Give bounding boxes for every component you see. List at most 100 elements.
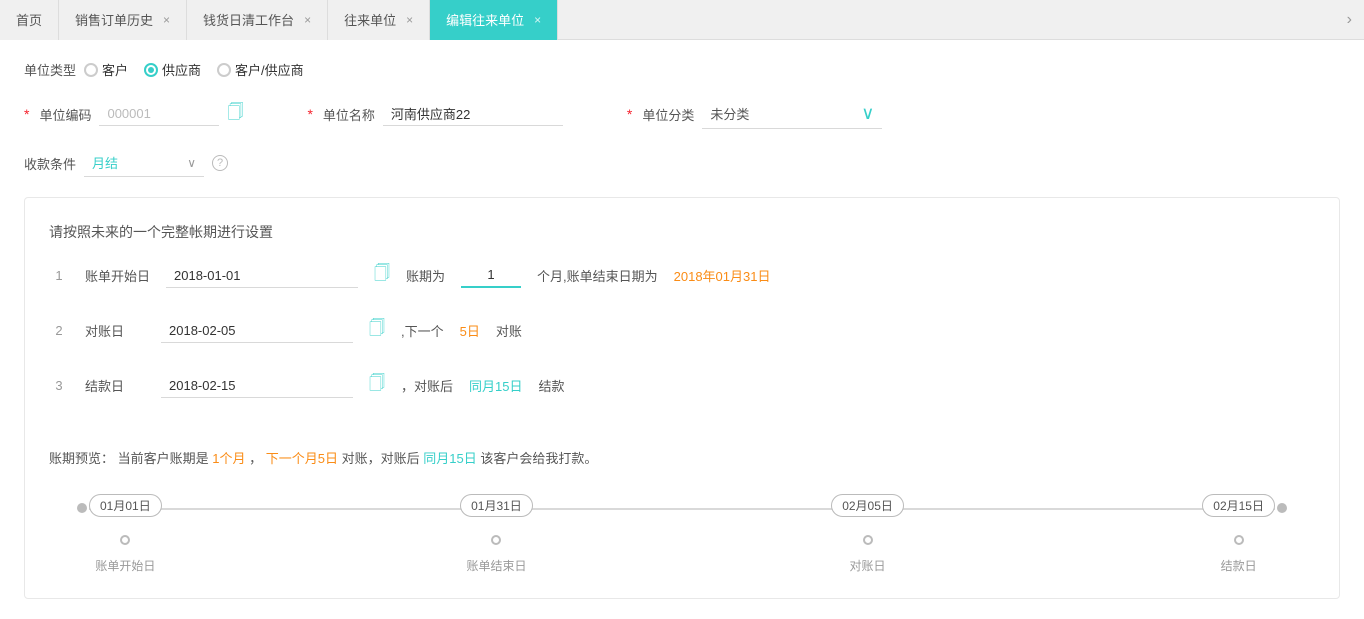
unit-type-row: 单位类型 客户 供应商 客户/供应商: [24, 60, 1340, 79]
row-end-date-1: 2018年01月31日: [674, 266, 771, 285]
tab-partner-label: 往来单位: [344, 10, 396, 29]
tab-sales-history-label: 销售订单历史: [75, 10, 153, 29]
preview-highlight3: 同月15日: [423, 451, 476, 466]
payment-condition-field: 收款条件 月结 ∨ ?: [24, 149, 228, 177]
row-desc-prefix-1: 账期为: [406, 266, 445, 285]
tab-arrow-right[interactable]: ›: [1335, 11, 1364, 29]
row-desc-prefix-3: ，对账后: [401, 376, 453, 395]
radio-supplier-dot: [148, 67, 154, 73]
tab-cash-work[interactable]: 钱货日清工作台 ×: [187, 0, 328, 40]
timeline-date-1: 01月31日: [460, 494, 533, 517]
row-desc-suffix-1: 个月,账单结束日期为: [537, 266, 658, 285]
timeline-point-1: 01月31日 账单结束日: [460, 494, 533, 574]
row-month-input[interactable]: [461, 263, 521, 288]
unit-classify-arrow-icon: ∨: [861, 103, 874, 124]
main-content: 单位类型 客户 供应商 客户/供应商 * 单位编码: [0, 40, 1364, 619]
radio-supplier-circle: [144, 63, 158, 77]
row-desc-suffix-2: 对账: [496, 321, 522, 340]
unit-classify-field: * 单位分类 未分类 ∨: [627, 99, 882, 129]
timeline-date-3: 02月15日: [1202, 494, 1275, 517]
timeline-point-2: 02月05日 对账日: [831, 494, 904, 574]
timeline-point-0: 01月01日 账单开始日: [89, 494, 162, 574]
row-label-2: 对账日: [85, 321, 145, 340]
timeline-points: 01月01日 账单开始日 01月31日 账单结束日 02月05日 对账日: [89, 494, 1275, 574]
help-icon[interactable]: ?: [212, 155, 228, 171]
timeline-date-0: 01月01日: [89, 494, 162, 517]
unit-name-label: 单位名称: [323, 105, 375, 124]
tab-cash-work-label: 钱货日清工作台: [203, 10, 294, 29]
timeline-label-3: 结款日: [1221, 557, 1257, 574]
row-date-2[interactable]: [161, 319, 353, 343]
radio-supplier[interactable]: 供应商: [144, 60, 201, 79]
row-cal-3[interactable]: 🗍: [369, 372, 385, 399]
unit-name-star: *: [307, 106, 312, 122]
preview-text-before1: 当前客户账期是: [118, 451, 209, 466]
tab-partner-close[interactable]: ×: [406, 13, 413, 27]
tab-sales-history-close[interactable]: ×: [163, 13, 170, 27]
unit-type-field: 单位类型 客户 供应商 客户/供应商: [24, 60, 304, 79]
preview-text: 账期预览： 当前客户账期是 1个月 ， 下一个月5日 对账，对账后 同月15日 …: [49, 447, 1315, 470]
radio-customer-supplier[interactable]: 客户/供应商: [217, 60, 304, 79]
timeline-container: 01月01日 账单开始日 01月31日 账单结束日 02月05日 对账日: [49, 494, 1315, 574]
unit-type-label: 单位类型: [24, 60, 76, 79]
row-num-1: 1: [49, 268, 69, 283]
radio-customer-label: 客户: [102, 60, 128, 79]
tab-edit-partner-close[interactable]: ×: [534, 13, 541, 27]
row-date-3[interactable]: [161, 374, 353, 398]
setting-row-3: 3 结款日 🗍 ，对账后 同月15日 结款: [49, 372, 1315, 399]
timeline-dot-3: [1234, 535, 1244, 545]
unit-name-input[interactable]: [383, 102, 563, 126]
timeline-label-2: 对账日: [850, 557, 886, 574]
timeline-point-3: 02月15日 结款日: [1202, 494, 1275, 574]
setting-row-1: 1 账单开始日 🗍 账期为 个月,账单结束日期为 2018年01月31日: [49, 262, 1315, 289]
tab-home[interactable]: 首页: [0, 0, 59, 40]
preview-highlight2: 下一个月5日: [266, 451, 338, 466]
preview-text-after: 该客户会给我打款。: [480, 451, 597, 466]
tab-home-label: 首页: [16, 10, 42, 29]
tab-partner[interactable]: 往来单位 ×: [328, 0, 430, 40]
tab-sales-history[interactable]: 销售订单历史 ×: [59, 0, 187, 40]
unit-classify-label: 单位分类: [642, 105, 694, 124]
radio-supplier-label: 供应商: [162, 60, 201, 79]
row-num-3: 3: [49, 378, 69, 393]
payment-condition-value: 月结: [92, 153, 183, 172]
timeline-label-1: 账单结束日: [466, 557, 526, 574]
unit-classify-value: 未分类: [710, 104, 857, 123]
timeline-dot-2: [863, 535, 873, 545]
timeline-label-0: 账单开始日: [95, 557, 155, 574]
payment-condition-arrow-icon: ∨: [187, 156, 196, 170]
unit-classify-select[interactable]: 未分类 ∨: [702, 99, 882, 129]
row-date-1[interactable]: [166, 264, 358, 288]
unit-classify-star: *: [627, 106, 632, 122]
row-highlight-3: 同月15日: [469, 376, 522, 395]
timeline-dot-1: [491, 535, 501, 545]
card-title: 请按照未来的一个完整帐期进行设置: [49, 222, 1315, 242]
preview-section: 账期预览： 当前客户账期是 1个月 ， 下一个月5日 对账，对账后 同月15日 …: [49, 427, 1315, 574]
preview-text-middle1: ，: [249, 451, 262, 466]
tab-edit-partner-label: 编辑往来单位: [446, 10, 524, 29]
radio-customer[interactable]: 客户: [84, 60, 128, 79]
timeline-dot-0: [120, 535, 130, 545]
timeline-date-2: 02月05日: [831, 494, 904, 517]
row-cal-2[interactable]: 🗍: [369, 317, 385, 344]
unit-code-icon[interactable]: 🗍: [227, 101, 243, 128]
row-cal-1[interactable]: 🗍: [374, 262, 390, 289]
tab-edit-partner[interactable]: 编辑往来单位 ×: [430, 0, 558, 40]
radio-group-unit-type: 客户 供应商 客户/供应商: [84, 60, 304, 79]
radio-customer-supplier-circle: [217, 63, 231, 77]
tab-cash-work-close[interactable]: ×: [304, 13, 311, 27]
preview-text-middle2: 对账，对账后: [342, 451, 420, 466]
timeline-left-endpoint: [77, 503, 87, 513]
row-desc-prefix-2: ,下一个: [401, 321, 444, 340]
payment-condition-label: 收款条件: [24, 154, 76, 173]
radio-customer-supplier-label: 客户/供应商: [235, 60, 304, 79]
unit-code-input[interactable]: [99, 102, 219, 126]
payment-condition-select[interactable]: 月结 ∨: [84, 149, 204, 177]
unit-code-label: 单位编码: [39, 105, 91, 124]
timeline-right-endpoint: [1277, 503, 1287, 513]
unit-code-star: *: [24, 106, 29, 122]
row-num-2: 2: [49, 323, 69, 338]
row-label-3: 结款日: [85, 376, 145, 395]
unit-code-field: * 单位编码 🗍: [24, 101, 243, 128]
setting-row-2: 2 对账日 🗍 ,下一个 5日 对账: [49, 317, 1315, 344]
